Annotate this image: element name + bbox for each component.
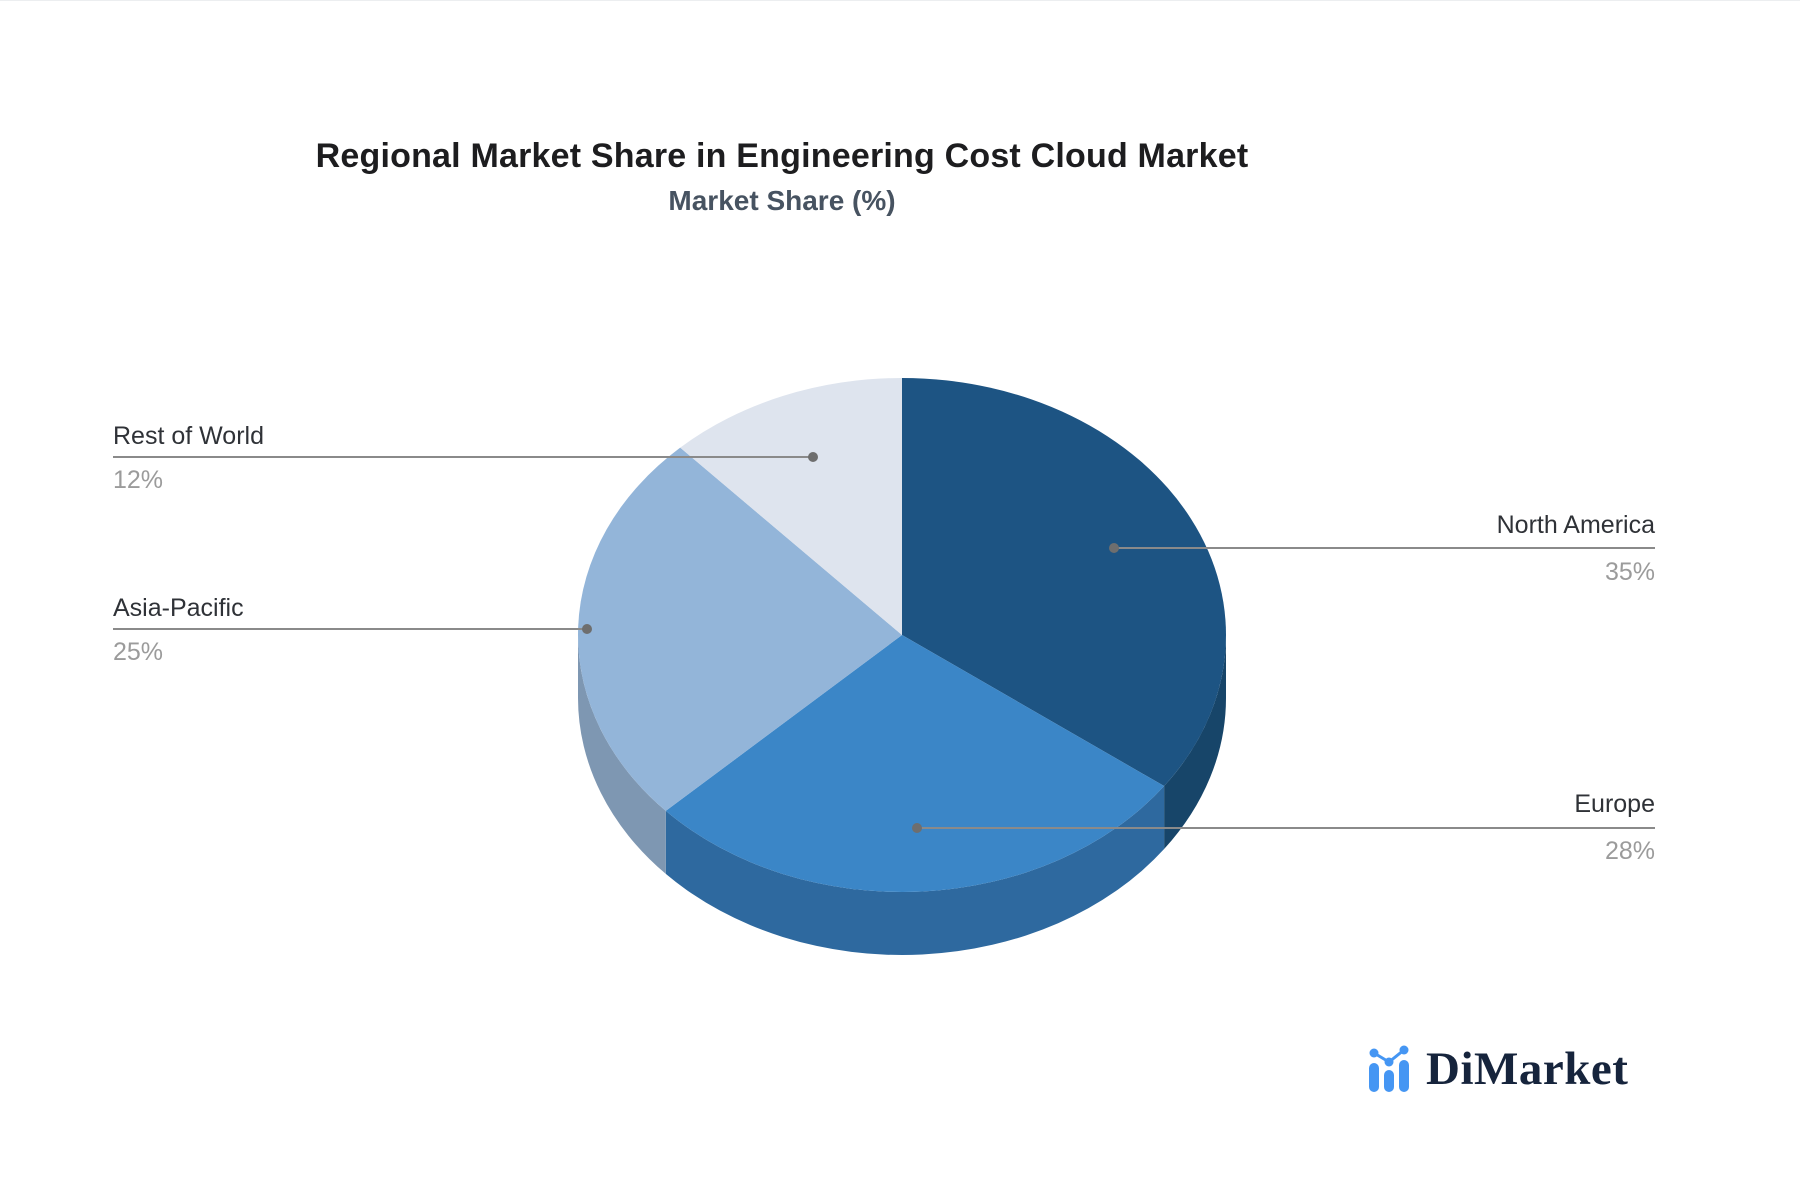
slice-pct-europe: 28% bbox=[1604, 837, 1655, 865]
pie-chart[interactable] bbox=[0, 1, 1800, 1197]
brand-logo: DiMarket bbox=[1364, 1037, 1628, 1101]
slice-pct-asia-pacific: 25% bbox=[113, 638, 164, 666]
slice-label-rest-of-world: Rest of World bbox=[113, 422, 264, 450]
leader-dot-asia-pacific bbox=[582, 624, 592, 634]
leader-dot-rest-of-world bbox=[808, 452, 818, 462]
brand-name: DiMarket bbox=[1426, 1043, 1629, 1095]
chart-page: Regional Market Share in Engineering Cos… bbox=[0, 0, 1800, 1197]
slice-label-north-america: North America bbox=[1496, 511, 1655, 539]
leader-dot-europe bbox=[912, 823, 922, 833]
slice-label-europe: Europe bbox=[1574, 790, 1655, 818]
slice-label-asia-pacific: Asia-Pacific bbox=[113, 594, 244, 622]
slice-pct-rest-of-world: 12% bbox=[113, 466, 164, 494]
bar-chart-logo-icon bbox=[1369, 1045, 1409, 1092]
slice-pct-north-america: 35% bbox=[1604, 558, 1655, 586]
leader-dot-north-america bbox=[1109, 543, 1119, 553]
